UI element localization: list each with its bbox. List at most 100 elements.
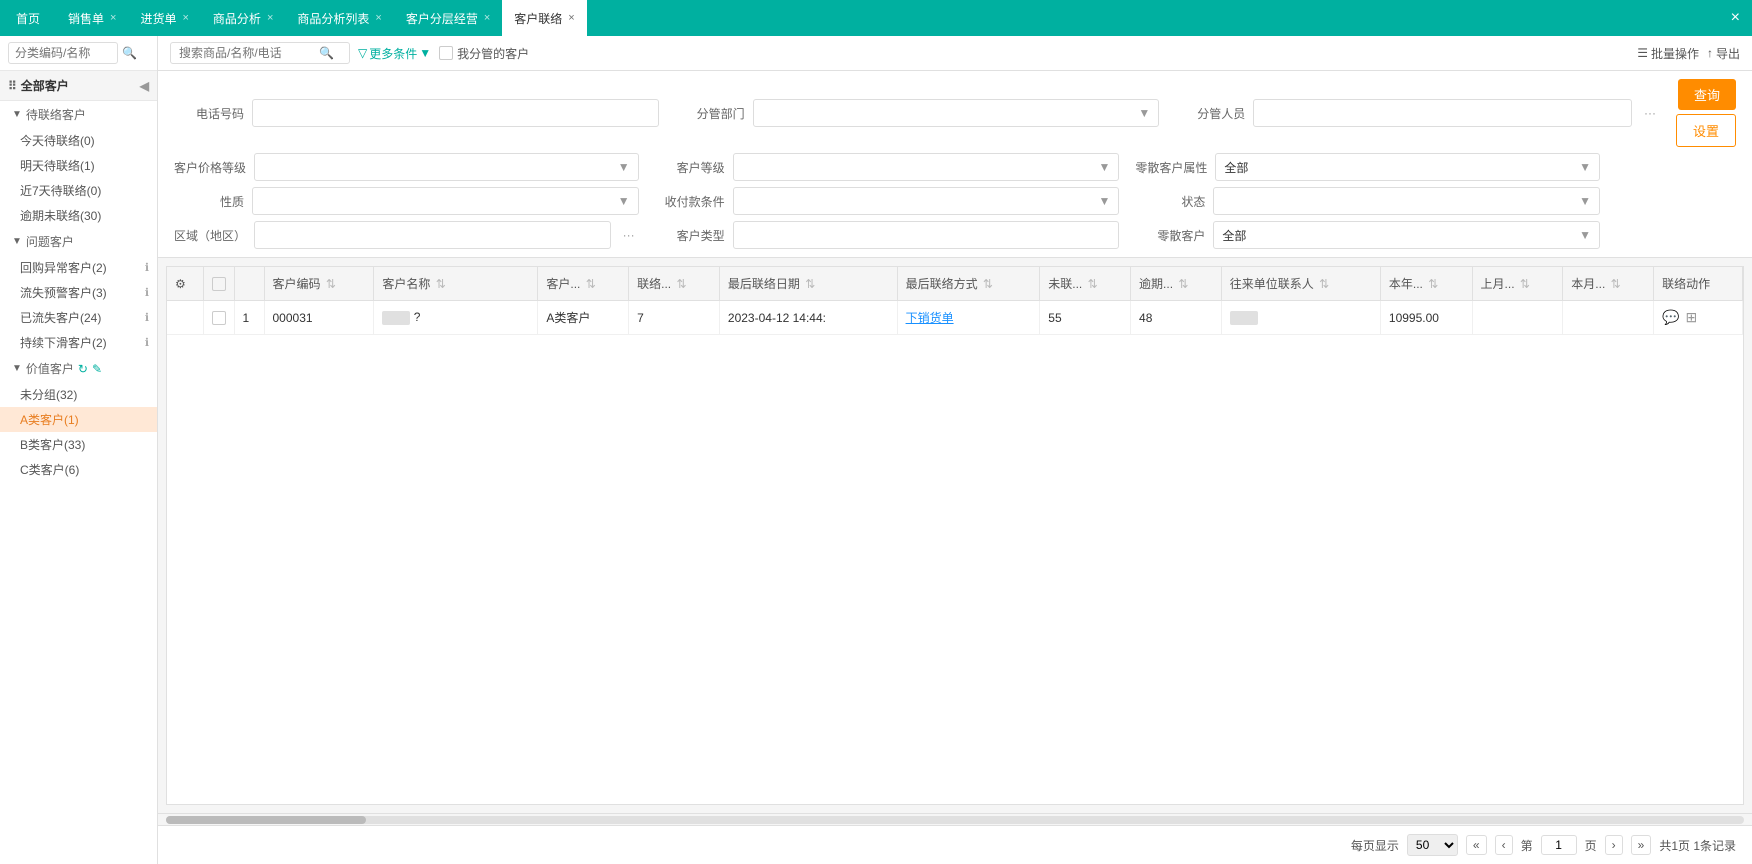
manager-dots[interactable]: ··· <box>1640 106 1660 120</box>
col-overdue[interactable]: 逾期... ⇅ <box>1131 267 1222 301</box>
sidebar-item-overdue-contact[interactable]: 逾期未联络(30) <box>0 203 157 228</box>
col-category[interactable]: 客户... ⇅ <box>538 267 629 301</box>
sidebar-collapse-icon[interactable]: ◀ <box>140 79 149 93</box>
close-customer-contact-tab[interactable]: × <box>568 12 574 24</box>
all-customers-header[interactable]: ⠿ 全部客户 ◀ <box>0 71 157 101</box>
col-last-contact-date[interactable]: 最后联络日期 ⇅ <box>719 267 897 301</box>
nav-tab-customer-contact[interactable]: 客户联络 × <box>502 0 586 36</box>
sidebar-item-ungrouped[interactable]: 未分组(32) <box>0 382 157 407</box>
sidebar-search-icon[interactable]: 🔍 <box>122 46 137 60</box>
sidebar-item-7days-contact[interactable]: 近7天待联络(0) <box>0 178 157 203</box>
col-not-contacted[interactable]: 未联... ⇅ <box>1040 267 1131 301</box>
row-grid-icon[interactable]: ⊞ <box>1686 309 1698 326</box>
sidebar-item-churn-warning[interactable]: 流失预警客户(3) ℹ <box>0 280 157 305</box>
value-customers-refresh-icon[interactable]: ↻ <box>78 362 88 376</box>
close-all-tabs[interactable]: × <box>1719 9 1752 27</box>
problem-customers-group[interactable]: ▼ 问题客户 <box>0 228 157 255</box>
nav-tab-sales[interactable]: 销售单 × <box>56 0 128 36</box>
sidebar-item-churned[interactable]: 已流失客户(24) ℹ <box>0 305 157 330</box>
toolbar-search-input[interactable] <box>179 46 319 60</box>
customer-type-select[interactable] <box>733 221 1120 249</box>
nav-tab-purchase[interactable]: 进货单 × <box>128 0 200 36</box>
col-contact-sort-icon[interactable]: ⇅ <box>677 277 687 291</box>
export-btn[interactable]: ↑ 导出 <box>1707 45 1740 62</box>
toolbar-search-box[interactable]: 🔍 <box>170 42 350 64</box>
scrollbar-track[interactable] <box>166 816 1744 824</box>
col-this-year[interactable]: 本年... ⇅ <box>1380 267 1472 301</box>
row-checkbox-cell[interactable] <box>203 301 234 335</box>
sidebar-search-input[interactable] <box>8 42 118 64</box>
page-input[interactable] <box>1541 835 1577 855</box>
last-page-btn[interactable]: » <box>1631 835 1652 855</box>
col-name[interactable]: 客户名称 ⇅ <box>374 267 538 301</box>
col-unit-contact[interactable]: 往来单位联系人 ⇅ <box>1221 267 1380 301</box>
close-purchase-tab[interactable]: × <box>182 12 188 24</box>
row-last-contact-method[interactable]: 下销货单 <box>906 311 954 325</box>
value-customers-edit-icon[interactable]: ✎ <box>92 362 102 376</box>
query-btn[interactable]: 查询 <box>1678 79 1736 110</box>
close-analysis-list-tab[interactable]: × <box>375 12 381 24</box>
col-code[interactable]: 客户编码 ⇅ <box>264 267 374 301</box>
col-last-month[interactable]: 上月... ⇅ <box>1472 267 1563 301</box>
scattered-select[interactable]: 全部 ▼ <box>1213 221 1600 249</box>
col-gear[interactable]: ⚙ <box>167 267 203 301</box>
sidebar-item-a-class[interactable]: A类客户(1) <box>0 407 157 432</box>
nav-tab-home[interactable]: 首页 <box>0 0 56 36</box>
col-unit-contact-sort-icon[interactable]: ⇅ <box>1319 277 1329 291</box>
row-checkbox[interactable] <box>212 311 226 325</box>
close-analysis-tab[interactable]: × <box>267 12 273 24</box>
scrollbar-thumb[interactable] <box>166 816 366 824</box>
col-name-sort-icon[interactable]: ⇅ <box>436 277 446 291</box>
status-select[interactable]: ▼ <box>1213 187 1600 215</box>
region-dots[interactable]: ··· <box>619 228 639 242</box>
col-last-month-sort-icon[interactable]: ⇅ <box>1520 277 1530 291</box>
col-last-contact-date-sort-icon[interactable]: ⇅ <box>805 277 815 291</box>
batch-op-btn[interactable]: ☰ 批量操作 <box>1637 45 1699 62</box>
close-customer-segment-tab[interactable]: × <box>484 12 490 24</box>
col-code-sort-icon[interactable]: ⇅ <box>326 277 336 291</box>
next-page-btn[interactable]: › <box>1605 835 1623 855</box>
region-select[interactable] <box>254 221 611 249</box>
col-overdue-sort-icon[interactable]: ⇅ <box>1178 277 1188 291</box>
my-customers-checkbox[interactable] <box>439 46 453 60</box>
sidebar-item-b-class[interactable]: B类客户(33) <box>0 432 157 457</box>
my-customers-checkbox-area[interactable]: 我分管的客户 <box>439 45 529 62</box>
phone-input[interactable] <box>252 99 659 127</box>
dept-select[interactable]: ▼ <box>753 99 1160 127</box>
col-not-contacted-sort-icon[interactable]: ⇅ <box>1088 277 1098 291</box>
col-this-year-sort-icon[interactable]: ⇅ <box>1428 277 1438 291</box>
nav-tab-customer-segment[interactable]: 客户分层经营 × <box>394 0 502 36</box>
col-category-sort-icon[interactable]: ⇅ <box>586 277 596 291</box>
horizontal-scrollbar[interactable] <box>158 813 1752 825</box>
toolbar-search-icon[interactable]: 🔍 <box>319 46 334 60</box>
setup-btn[interactable]: 设置 <box>1676 114 1736 147</box>
more-filter-btn[interactable]: ▽ 更多条件 ▼ <box>358 45 431 62</box>
customer-level-select[interactable]: ▼ <box>733 153 1120 181</box>
col-last-contact-method-sort-icon[interactable]: ⇅ <box>983 277 993 291</box>
row-chat-icon[interactable]: 💬 <box>1662 309 1679 326</box>
prev-page-btn[interactable]: ‹ <box>1495 835 1513 855</box>
per-page-select[interactable]: 50 20 100 <box>1407 834 1458 856</box>
row-last-contact-method-cell[interactable]: 下销货单 <box>897 301 1040 335</box>
nature-select[interactable]: ▼ <box>252 187 639 215</box>
price-level-select[interactable]: ▼ <box>254 153 639 181</box>
pending-contact-group[interactable]: ▼ 待联络客户 <box>0 101 157 128</box>
col-last-contact-method[interactable]: 最后联络方式 ⇅ <box>897 267 1040 301</box>
first-page-btn[interactable]: « <box>1466 835 1487 855</box>
col-this-month[interactable]: 本月... ⇅ <box>1563 267 1654 301</box>
sidebar-item-declining[interactable]: 持续下滑客户(2) ℹ <box>0 330 157 355</box>
nav-tab-analysis[interactable]: 商品分析 × <box>201 0 285 36</box>
header-checkbox[interactable] <box>212 277 226 291</box>
col-contact[interactable]: 联络... ⇅ <box>629 267 720 301</box>
payment-select[interactable]: ▼ <box>733 187 1120 215</box>
sidebar-item-rebuy-abnormal[interactable]: 回购异常客户(2) ℹ <box>0 255 157 280</box>
scattered-attr-select[interactable]: 全部 ▼ <box>1215 153 1600 181</box>
sidebar-item-c-class[interactable]: C类客户(6) <box>0 457 157 482</box>
sidebar-item-today-contact[interactable]: 今天待联络(0) <box>0 128 157 153</box>
col-checkbox[interactable] <box>203 267 234 301</box>
value-customers-group[interactable]: ▼ 价值客户 ↻ ✎ <box>0 355 157 382</box>
close-sales-tab[interactable]: × <box>110 12 116 24</box>
nav-tab-analysis-list[interactable]: 商品分析列表 × <box>285 0 393 36</box>
col-this-month-sort-icon[interactable]: ⇅ <box>1611 277 1621 291</box>
gear-icon[interactable]: ⚙ <box>175 277 186 291</box>
